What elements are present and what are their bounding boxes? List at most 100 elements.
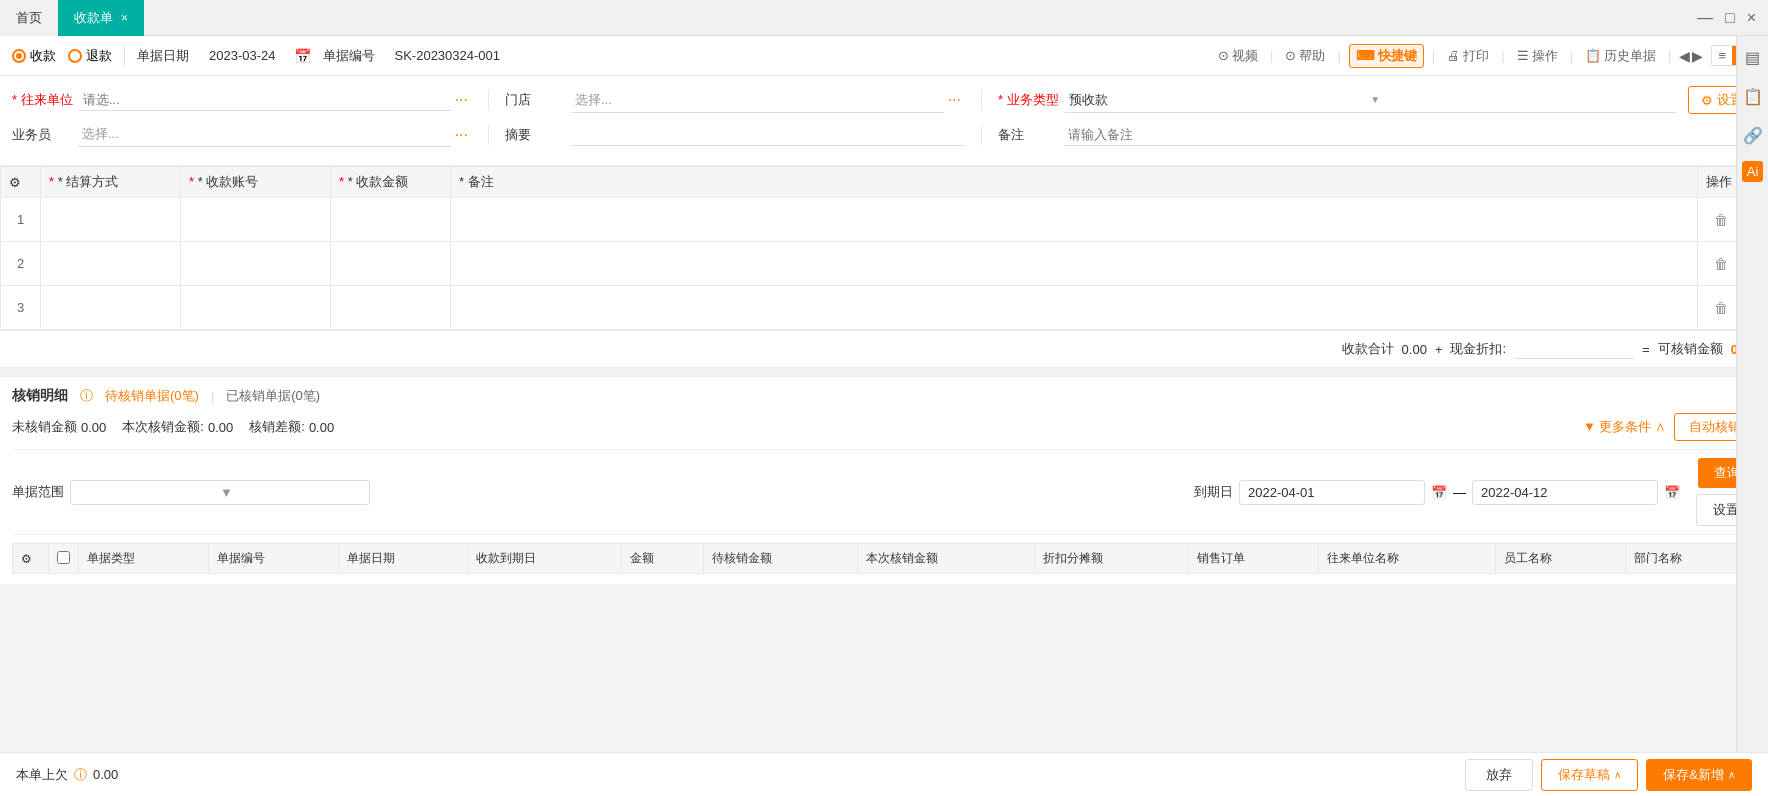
- bottom-th-settings[interactable]: ⚙: [13, 544, 49, 574]
- date-value: 2023-03-24: [209, 48, 276, 63]
- row-3-zhanghao[interactable]: [181, 286, 331, 330]
- operate-btn[interactable]: ☰ 操作: [1513, 45, 1562, 67]
- history-btn[interactable]: 📋 历史单据: [1581, 45, 1660, 67]
- row-2-delete-btn[interactable]: 🗑: [1710, 254, 1732, 274]
- bottom-th-checkbox[interactable]: [49, 544, 79, 574]
- date-to-input[interactable]: [1472, 480, 1658, 505]
- hexiao-tab-pending[interactable]: 待核销单据(0笔): [105, 387, 199, 405]
- hexiao-info-icon[interactable]: ⓘ: [80, 387, 93, 405]
- salesperson-field: 业务员 选择... ···: [12, 122, 472, 147]
- store-select[interactable]: 选择...: [571, 88, 944, 113]
- row-2-jiesuan[interactable]: [41, 242, 181, 286]
- bottom-th-pending: 待核销金额: [703, 544, 857, 574]
- th-beizhu: * 备注: [451, 167, 1698, 198]
- sep-2: [981, 90, 982, 110]
- video-icon: ⊙: [1218, 48, 1229, 63]
- sep-3: [488, 125, 489, 145]
- business-type-select[interactable]: 预收款 ▼: [1065, 88, 1676, 113]
- hexiao-header: 核销明细 ⓘ 待核销单据(0笔) | 已核销单据(0笔): [12, 387, 1756, 405]
- range-field: 单据范围 ▼: [12, 480, 1178, 505]
- row-1-zhanghao[interactable]: [181, 198, 331, 242]
- abandon-btn[interactable]: 放弃: [1465, 759, 1533, 791]
- row-2-jine[interactable]: [331, 242, 451, 286]
- business-type-arrow: ▼: [1370, 94, 1672, 105]
- sidebar-icon-table[interactable]: ▤: [1741, 44, 1764, 71]
- save-draft-btn[interactable]: 保存草稿 ∧: [1541, 759, 1638, 791]
- save-draft-label: 保存草稿: [1558, 766, 1610, 784]
- stat-diff-value: 0.00: [309, 420, 334, 435]
- row-1-jiesuan[interactable]: [41, 198, 181, 242]
- prev-btn[interactable]: ◀: [1679, 48, 1690, 64]
- sidebar-icon-doc[interactable]: 📋: [1739, 83, 1767, 110]
- video-btn[interactable]: ⊙ 视频: [1214, 45, 1262, 67]
- date-from-input[interactable]: [1239, 480, 1425, 505]
- toolbar: 收款 退款 单据日期 2023-03-24 📅 单据编号 SK-20230324…: [0, 36, 1768, 76]
- range-arrow: ▼: [220, 485, 361, 500]
- row-1-jine[interactable]: [331, 198, 451, 242]
- counterpart-input[interactable]: [79, 89, 451, 111]
- row-3-jiesuan[interactable]: [41, 286, 181, 330]
- save-new-btn[interactable]: 保存&新增 ∧: [1646, 759, 1752, 791]
- summary-plus: +: [1435, 342, 1443, 357]
- radio-dot-tuikuan: [68, 49, 82, 63]
- hexiao-tab-done[interactable]: 已核销单据(0笔): [226, 387, 320, 405]
- tab-home[interactable]: 首页: [0, 0, 58, 36]
- number-value: SK-20230324-001: [395, 48, 501, 63]
- sidebar-icon-frame[interactable]: Ai: [1742, 161, 1764, 182]
- maximize-btn[interactable]: □: [1721, 7, 1739, 29]
- form-row-2: 业务员 选择... ··· 摘要 备注: [12, 122, 1756, 147]
- row-2-beizhu[interactable]: [451, 242, 1698, 286]
- tab-active[interactable]: 收款单 ×: [58, 0, 144, 36]
- next-btn[interactable]: ▶: [1692, 48, 1703, 64]
- row-2-zhanghao[interactable]: [181, 242, 331, 286]
- row-3-delete-btn[interactable]: 🗑: [1710, 298, 1732, 318]
- salesperson-select[interactable]: 选择...: [78, 122, 451, 147]
- bottom-th-date: 单据日期: [338, 544, 468, 574]
- row-1-delete-btn[interactable]: 🗑: [1710, 210, 1732, 230]
- store-more-icon[interactable]: ···: [944, 91, 965, 109]
- main-content: * 往来单位 ··· 门店 选择... ··· * 业务类型: [0, 76, 1768, 628]
- range-select[interactable]: ▼: [70, 480, 370, 505]
- row-3-beizhu[interactable]: [451, 286, 1698, 330]
- help-btn[interactable]: ⊙ 帮助: [1281, 45, 1329, 67]
- summary-label3: 可核销金额: [1658, 340, 1723, 358]
- divider-1: [124, 46, 125, 66]
- counterpart-more-icon[interactable]: ···: [451, 91, 472, 109]
- radio-shoukuan-label: 收款: [30, 47, 56, 65]
- select-all-checkbox[interactable]: [57, 551, 70, 564]
- tab-close-btn[interactable]: ×: [121, 11, 128, 25]
- bottom-th-employee: 员工名称: [1496, 544, 1626, 574]
- summary-input[interactable]: [571, 124, 965, 146]
- radio-tuikuan[interactable]: 退款: [68, 47, 112, 65]
- note-input[interactable]: [1064, 124, 1756, 146]
- bottom-table-area: ⚙ 单据类型 单据编号 单据日期 收款到期日 金额 待核销金额 本次核销金额 折…: [12, 543, 1756, 574]
- date-field: 单据日期 2023-03-24 📅: [137, 47, 311, 65]
- footer-info-icon[interactable]: ⓘ: [74, 766, 87, 784]
- table-row: 3 🗑 ⊕: [1, 286, 1768, 330]
- close-btn[interactable]: ×: [1743, 7, 1760, 29]
- number-field: 单据编号 SK-20230324-001: [323, 47, 501, 65]
- radio-shoukuan[interactable]: 收款: [12, 47, 56, 65]
- print-icon: 🖨: [1447, 48, 1460, 63]
- date-to-icon[interactable]: 📅: [1664, 485, 1680, 500]
- row-1-beizhu[interactable]: [451, 198, 1698, 242]
- th-settings[interactable]: ⚙: [1, 167, 41, 198]
- save-new-arrow: ∧: [1728, 769, 1735, 780]
- bottom-th-discount: 折扣分摊额: [1035, 544, 1189, 574]
- th-zhanghao: * * 收款账号: [181, 167, 331, 198]
- shortcut-btn[interactable]: ⌨ 快捷键: [1349, 44, 1424, 68]
- calendar-icon[interactable]: 📅: [294, 48, 311, 64]
- layout-list-btn[interactable]: ≡: [1712, 46, 1732, 65]
- row-3-jine[interactable]: [331, 286, 451, 330]
- date-from-icon[interactable]: 📅: [1431, 485, 1447, 500]
- salesperson-placeholder: 选择...: [82, 125, 447, 143]
- more-conditions-btn[interactable]: ▼ 更多条件 ∧: [1583, 418, 1666, 436]
- footer-label: 本单上欠: [16, 766, 68, 784]
- sidebar-icon-link[interactable]: 🔗: [1739, 122, 1767, 149]
- stat-current-value: 0.00: [208, 420, 233, 435]
- summary-label: 摘要: [505, 126, 565, 144]
- salesperson-more-icon[interactable]: ···: [451, 126, 472, 144]
- summary-discount-input[interactable]: [1514, 339, 1634, 359]
- print-btn[interactable]: 🖨 打印: [1443, 45, 1493, 67]
- minimize-btn[interactable]: —: [1693, 7, 1717, 29]
